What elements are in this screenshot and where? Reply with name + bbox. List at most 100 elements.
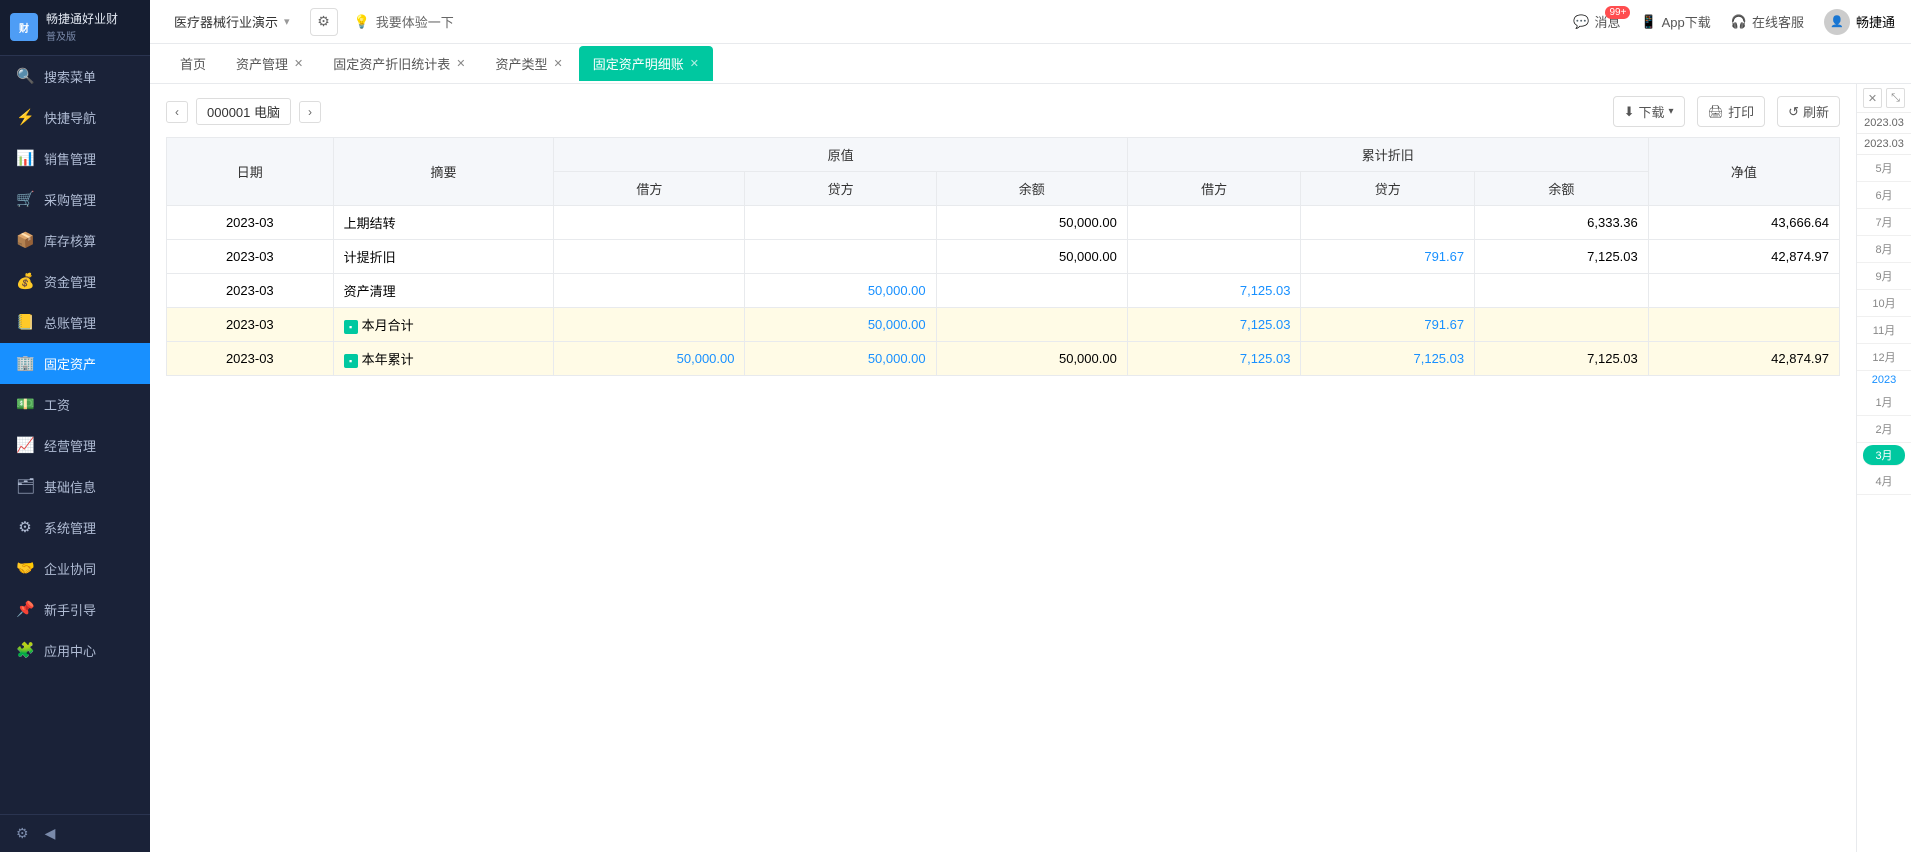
sidebar-item-quicknav[interactable]: ⚡ 快捷导航 (0, 97, 150, 138)
topbar-settings-btn[interactable]: ⚙ (310, 8, 338, 36)
panel-close-btn[interactable]: ✕ (1863, 88, 1882, 108)
th-balance: 余额 (936, 172, 1127, 206)
sidebar-item-operation[interactable]: 📈 经营管理 (0, 425, 150, 466)
user-name: 畅捷通 (1856, 12, 1895, 31)
cell-summary: ▪本年累计 (333, 342, 554, 376)
cell-balance (936, 308, 1127, 342)
timeline-month-item[interactable]: 2月 (1857, 416, 1911, 443)
cell-dep-debit: 7,125.03 (1127, 342, 1301, 376)
company-selector[interactable]: 医疗器械行业演示 ▾ (166, 8, 298, 35)
settings-bottom-icon[interactable]: ⚙ (16, 825, 29, 842)
user-menu[interactable]: 👤 畅捷通 (1824, 9, 1895, 35)
experience-btn[interactable]: 💡 我要体验一下 (354, 12, 454, 31)
purchase-icon: 🛒 (16, 190, 34, 208)
next-asset-btn[interactable]: › (299, 101, 321, 123)
cell-dep-balance: 6,333.36 (1475, 206, 1649, 240)
experience-icon: 💡 (354, 14, 370, 30)
next-icon: › (308, 105, 312, 119)
sidebar-item-inventory[interactable]: 📦 库存核算 (0, 220, 150, 261)
timeline-month-item[interactable]: 12月 (1857, 344, 1911, 371)
cell-debit (554, 308, 745, 342)
asset-nav: ‹ 000001 电脑 › (166, 98, 321, 125)
tab-asset-type[interactable]: 资产类型 ✕ (481, 46, 576, 81)
timeline-month-item[interactable]: 10月 (1857, 290, 1911, 317)
cell-credit: 50,000.00 (745, 274, 936, 308)
sidebar-item-fixedasset[interactable]: 🏢 固定资产 (0, 343, 150, 384)
prev-icon: ‹ (175, 105, 179, 119)
tab-asset-type-label: 资产类型 (495, 54, 547, 73)
timeline-month-item[interactable]: 11月 (1857, 317, 1911, 344)
sidebar-item-purchase[interactable]: 🛒 采购管理 (0, 179, 150, 220)
message-icon: 💬 (1573, 14, 1589, 30)
download-btn[interactable]: ⬇ 下载 ▾ (1613, 96, 1685, 127)
tab-depreciation-close[interactable]: ✕ (456, 57, 465, 70)
tab-asset-detail[interactable]: 固定资产明细账 ✕ (579, 46, 713, 81)
timeline-month-item[interactable]: 5月 (1857, 155, 1911, 182)
salary-icon: 💵 (16, 395, 34, 413)
print-label: 打印 (1728, 102, 1754, 121)
sidebar-item-search[interactable]: 🔍 搜索菜单 (0, 56, 150, 97)
cell-balance: 50,000.00 (936, 206, 1127, 240)
cell-summary: 上期结转 (333, 206, 554, 240)
service-btn[interactable]: 🎧 在线客服 (1731, 12, 1804, 31)
sidebar-item-system[interactable]: ⚙ 系统管理 (0, 507, 150, 548)
timeline-month-item[interactable]: 4月 (1857, 468, 1911, 495)
tab-depreciation[interactable]: 固定资产折旧统计表 ✕ (319, 46, 479, 81)
data-table: 日期 摘要 原值 累计折旧 净值 借方 贷方 余额 借方 贷方 余额 (166, 137, 1840, 376)
refresh-label: 刷新 (1803, 102, 1829, 121)
download-label: App下载 (1662, 12, 1711, 31)
sidebar-item-basic[interactable]: 🗂 基础信息 (0, 466, 150, 507)
tab-asset-type-close[interactable]: ✕ (554, 57, 563, 70)
print-icon: 🖨 (1708, 104, 1725, 120)
sidebar-item-finance[interactable]: 💰 资金管理 (0, 261, 150, 302)
sidebar-item-sales[interactable]: 📊 销售管理 (0, 138, 150, 179)
cell-net-value: 43,666.64 (1648, 206, 1839, 240)
cell-dep-credit: 791.67 (1301, 240, 1475, 274)
toolbar-row: ‹ 000001 电脑 › ⬇ 下载 ▾ � (166, 96, 1840, 127)
tab-asset-mgmt[interactable]: 资产管理 ✕ (222, 46, 317, 81)
inventory-icon: 📦 (16, 231, 34, 249)
prev-asset-btn[interactable]: ‹ (166, 101, 188, 123)
sidebar-item-appstore[interactable]: 🧩 应用中心 (0, 630, 150, 671)
cell-net-value: 42,874.97 (1648, 240, 1839, 274)
message-btn[interactable]: 💬 消息 99+ (1573, 12, 1620, 31)
sidebar-item-guide[interactable]: 📌 新手引导 (0, 589, 150, 630)
tab-asset-detail-close[interactable]: ✕ (690, 57, 699, 70)
collapse-icon[interactable]: ◀ (45, 825, 56, 842)
cell-dep-balance: 7,125.03 (1475, 342, 1649, 376)
timeline-month-item[interactable]: 1月 (1857, 389, 1911, 416)
tab-asset-mgmt-close[interactable]: ✕ (294, 57, 303, 70)
timeline-active-month[interactable]: 3月 (1863, 445, 1905, 466)
sidebar: 财 畅捷通好业财 普及版 🔍 搜索菜单 ⚡ 快捷导航 📊 销售管理 🛒 采购管理… (0, 0, 150, 852)
sidebar-item-label: 系统管理 (44, 518, 96, 537)
sidebar-nav: 🔍 搜索菜单 ⚡ 快捷导航 📊 销售管理 🛒 采购管理 📦 库存核算 💰 资金管… (0, 56, 150, 814)
cell-balance: 50,000.00 (936, 342, 1127, 376)
sidebar-item-salary[interactable]: 💵 工资 (0, 384, 150, 425)
cell-net-value (1648, 308, 1839, 342)
panel-expand-btn[interactable]: ⤡ (1886, 88, 1905, 108)
timeline-month-item[interactable]: 7月 (1857, 209, 1911, 236)
fixedasset-icon: 🏢 (16, 354, 34, 372)
main-panel: ‹ 000001 电脑 › ⬇ 下载 ▾ � (150, 84, 1856, 852)
sidebar-item-ledger[interactable]: 📒 总账管理 (0, 302, 150, 343)
message-badge: 99+ (1605, 6, 1630, 19)
timeline-month-item[interactable]: 8月 (1857, 236, 1911, 263)
guide-icon: 📌 (16, 600, 34, 618)
cell-debit (554, 240, 745, 274)
cell-dep-debit: 7,125.03 (1127, 274, 1301, 308)
timeline-month-item[interactable]: 9月 (1857, 263, 1911, 290)
cell-date: 2023-03 (167, 206, 334, 240)
service-icon: 🎧 (1731, 14, 1747, 30)
timeline-year-label[interactable]: 2023 (1857, 371, 1911, 389)
timeline-month-item[interactable]: 6月 (1857, 182, 1911, 209)
print-btn[interactable]: 🖨 打印 (1697, 96, 1766, 127)
main-area: 医疗器械行业演示 ▾ ⚙ 💡 我要体验一下 💬 消息 99+ 📱 App下载 🎧… (150, 0, 1911, 852)
download-btn[interactable]: 📱 App下载 (1640, 12, 1710, 31)
sidebar-item-collab[interactable]: 🤝 企业协同 (0, 548, 150, 589)
cell-dep-credit: 791.67 (1301, 308, 1475, 342)
tab-home[interactable]: 首页 (166, 46, 220, 81)
cell-date: 2023-03 (167, 240, 334, 274)
sales-icon: 📊 (16, 149, 34, 167)
refresh-btn[interactable]: ↺ 刷新 (1777, 96, 1840, 127)
cell-dep-credit (1301, 274, 1475, 308)
